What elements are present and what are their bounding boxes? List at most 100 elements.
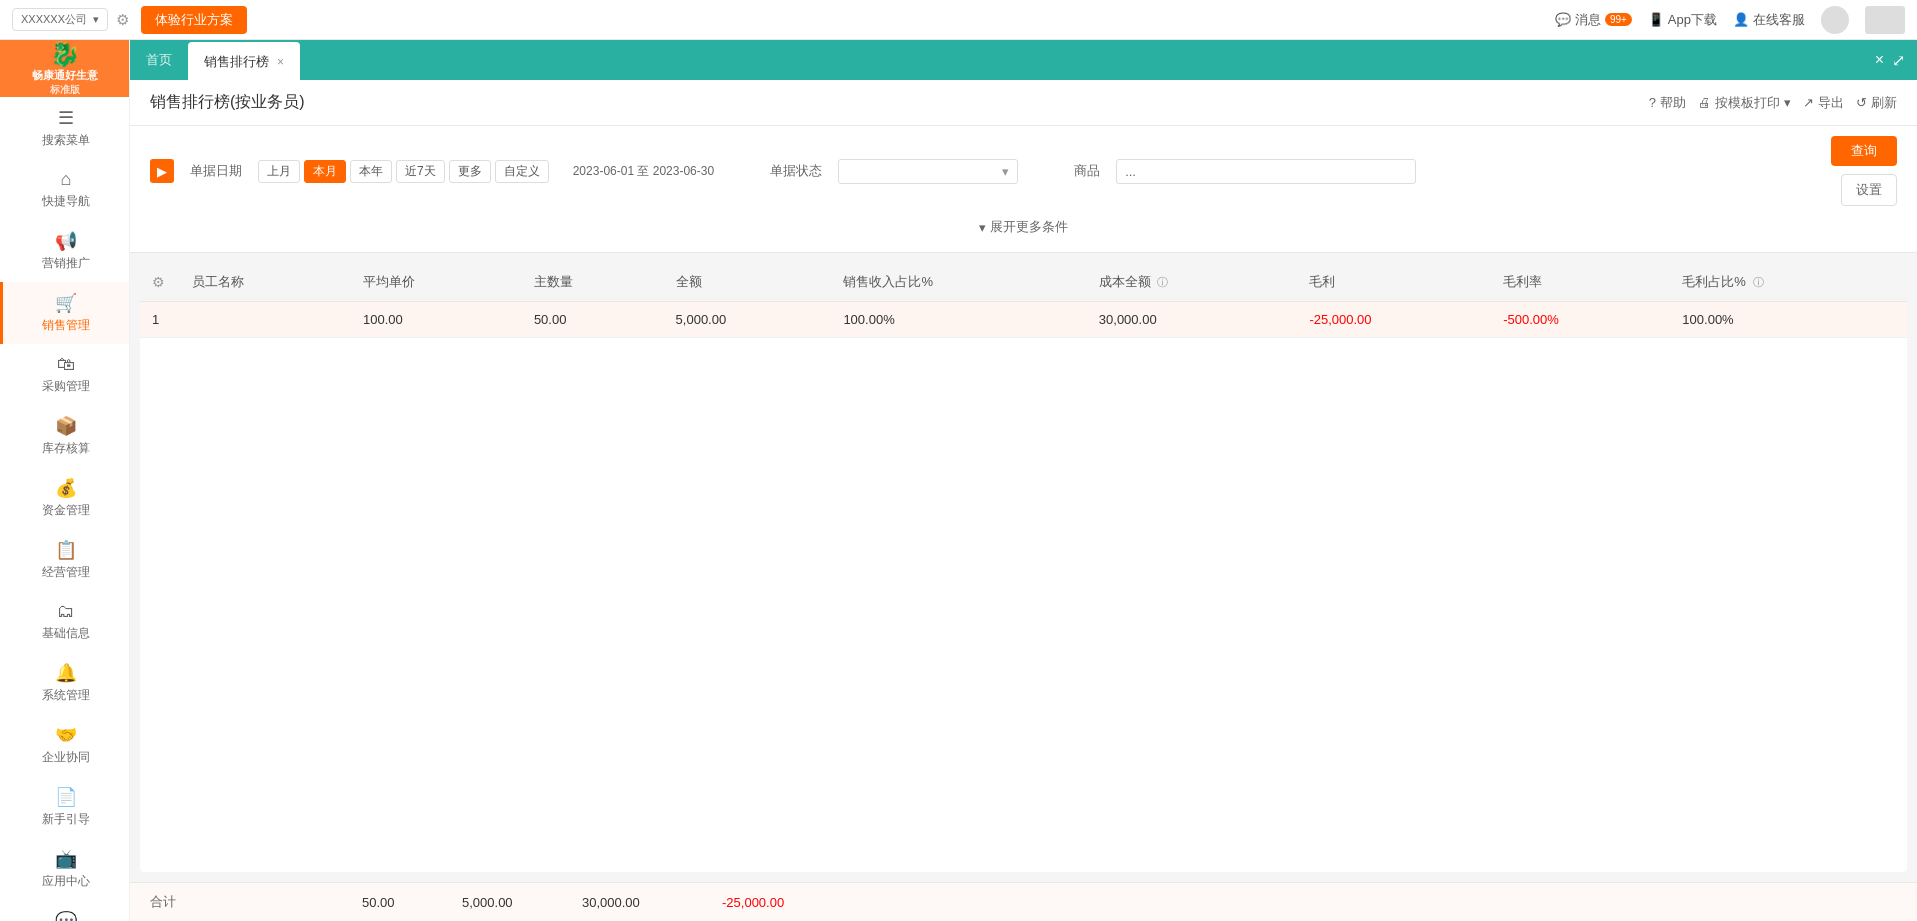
col-cost: 成本全额 ⓘ xyxy=(1087,263,1298,302)
message-button[interactable]: 💬 消息 99+ xyxy=(1555,11,1632,29)
sidebar-item-enterprise[interactable]: 🤝 企业协同 xyxy=(0,714,129,776)
date-btn-this-month[interactable]: 本月 xyxy=(304,160,346,183)
expand-more-btn[interactable]: ▾ 展开更多条件 xyxy=(979,218,1068,236)
expand-label: 展开更多条件 xyxy=(990,218,1068,236)
goods-label: 商品 xyxy=(1074,162,1100,180)
tab-close-icon[interactable]: × xyxy=(277,55,284,69)
basic-info-icon: 🗂 xyxy=(57,601,75,622)
filter-area: ▶ 单据日期 上月 本月 本年 近7天 更多 自定义 2023-06-01 至 … xyxy=(130,126,1917,253)
sidebar-item-label: 基础信息 xyxy=(42,625,90,642)
cell-name xyxy=(180,302,351,338)
sidebar-item-operation[interactable]: 📋 经营管理 xyxy=(0,529,129,591)
col-gross-pct: 毛利占比% ⓘ xyxy=(1670,263,1907,302)
date-btn-more[interactable]: 更多 xyxy=(449,160,491,183)
export-button[interactable]: ↗ 导出 xyxy=(1803,94,1844,112)
app-download-button[interactable]: 📱 App下载 xyxy=(1648,11,1717,29)
company-select[interactable]: XXXXXX公司 ▾ xyxy=(12,8,108,31)
online-service-button[interactable]: 👤 在线客服 xyxy=(1733,11,1805,29)
gear-icon[interactable]: ⚙ xyxy=(116,11,129,29)
refresh-button[interactable]: ↺ 刷新 xyxy=(1856,94,1897,112)
sidebar-item-label: 新手引导 xyxy=(42,811,90,828)
logo-area: 🐉 畅康通好生意 标准版 xyxy=(0,40,129,97)
refresh-icon: ↺ xyxy=(1856,95,1867,110)
sidebar-item-app-center[interactable]: 📺 应用中心 xyxy=(0,838,129,900)
logo-sub: 标准版 xyxy=(50,83,80,97)
date-label: 单据日期 xyxy=(190,162,242,180)
marketing-icon: 📢 xyxy=(55,230,77,252)
col-settings-icon[interactable]: ⚙ xyxy=(152,274,165,290)
footer-label: 合计 xyxy=(150,893,350,911)
print-label: 按模板打印 xyxy=(1715,94,1780,112)
operation-icon: 📋 xyxy=(55,539,77,561)
sidebar-item-label: 采购管理 xyxy=(42,378,90,395)
home-icon: ⌂ xyxy=(61,169,72,190)
enterprise-icon: 🤝 xyxy=(55,724,77,746)
top-right: 💬 消息 99+ 📱 App下载 👤 在线客服 xyxy=(1555,6,1905,34)
message-label: 消息 xyxy=(1575,11,1601,29)
filter-right-btns: 查询 设置 xyxy=(1831,136,1897,206)
sidebar-item-basic-info[interactable]: 🗂 基础信息 xyxy=(0,591,129,652)
table-footer: 合计 50.00 5,000.00 30,000.00 -25,000.00 xyxy=(130,882,1917,921)
cell-gross-rate: -500.00% xyxy=(1491,302,1670,338)
status-select[interactable]: ▾ xyxy=(838,159,1018,184)
avatar[interactable] xyxy=(1821,6,1849,34)
query-button[interactable]: 查询 xyxy=(1831,136,1897,166)
sidebar-item-label: 资金管理 xyxy=(42,502,90,519)
sidebar-item-label: 企业协同 xyxy=(42,749,90,766)
sidebar-item-purchase[interactable]: 🛍 采购管理 xyxy=(0,344,129,405)
footer-amount: 5,000.00 xyxy=(450,895,570,910)
set-button[interactable]: 设置 xyxy=(1841,174,1897,206)
expand-row: ▾ 展开更多条件 xyxy=(150,206,1897,242)
app-download-label: App下载 xyxy=(1668,11,1717,29)
purchase-icon: 🛍 xyxy=(57,354,75,375)
top-bar: XXXXXX公司 ▾ ⚙ 体验行业方案 💬 消息 99+ 📱 App下载 👤 在… xyxy=(0,0,1917,40)
app-center-icon: 📺 xyxy=(55,848,77,870)
sidebar-item-quick-nav[interactable]: ⌂ 快捷导航 xyxy=(0,159,129,220)
goods-input[interactable]: ... xyxy=(1116,159,1416,184)
date-btn-custom[interactable]: 自定义 xyxy=(495,160,549,183)
print-button[interactable]: 🖨 按模板打印 ▾ xyxy=(1698,94,1791,112)
trial-button[interactable]: 体验行业方案 xyxy=(141,6,247,34)
sidebar-item-system[interactable]: 🔔 系统管理 xyxy=(0,652,129,714)
cell-amount: 5,000.00 xyxy=(664,302,832,338)
help-button[interactable]: ? 帮助 xyxy=(1649,94,1686,112)
app-icon: 📱 xyxy=(1648,12,1664,27)
export-icon: ↗ xyxy=(1803,95,1814,110)
tab-close-all-icon[interactable]: × xyxy=(1875,51,1884,69)
col-gross: 毛利 xyxy=(1297,263,1491,302)
filter-collapse-btn[interactable]: ▶ xyxy=(150,159,174,183)
user-name-area[interactable] xyxy=(1865,6,1905,34)
date-btn-this-year[interactable]: 本年 xyxy=(350,160,392,183)
sidebar-item-sales[interactable]: 🛒 销售管理 xyxy=(0,282,129,344)
cell-rank: 1 xyxy=(140,302,180,338)
date-btn-last-month[interactable]: 上月 xyxy=(258,160,300,183)
col-quantity: 主数量 xyxy=(522,263,664,302)
sidebar-item-wechat[interactable]: 💬 企业微信 xyxy=(0,900,129,921)
finance-icon: 💰 xyxy=(55,477,77,499)
sidebar-item-label: 系统管理 xyxy=(42,687,90,704)
sidebar-item-inventory[interactable]: 📦 库存核算 xyxy=(0,405,129,467)
sidebar-item-label: 经营管理 xyxy=(42,564,90,581)
col-amount: 全额 xyxy=(664,263,832,302)
export-label: 导出 xyxy=(1818,94,1844,112)
tab-sales-ranking[interactable]: 销售排行榜 × xyxy=(188,42,300,82)
table-wrap: ⚙ 员工名称 平均单价 主数量 全额 销售收入占比% 成本全额 ⓘ 毛利 毛利率… xyxy=(140,263,1907,872)
date-btn-7days[interactable]: 近7天 xyxy=(396,160,445,183)
sidebar-item-finance[interactable]: 💰 资金管理 xyxy=(0,467,129,529)
guide-icon: 📄 xyxy=(55,786,77,808)
tab-home[interactable]: 首页 xyxy=(130,40,188,80)
sidebar-item-marketing[interactable]: 📢 营销推广 xyxy=(0,220,129,282)
tab-bar-right: × ⤢ xyxy=(1875,51,1917,70)
online-service-label: 在线客服 xyxy=(1753,11,1805,29)
sidebar-item-label: 库存核算 xyxy=(42,440,90,457)
sidebar-item-guide[interactable]: 📄 新手引导 xyxy=(0,776,129,838)
wechat-icon: 💬 xyxy=(55,910,77,921)
cell-quantity: 50.00 xyxy=(522,302,664,338)
tab-expand-icon[interactable]: ⤢ xyxy=(1892,51,1905,70)
date-btn-group: 上月 本月 本年 近7天 更多 自定义 xyxy=(258,160,549,183)
tab-bar: 首页 销售排行榜 × × ⤢ xyxy=(130,40,1917,80)
search-menu-icon: ☰ xyxy=(58,107,74,129)
help-icon: ? xyxy=(1649,95,1656,110)
sidebar-item-search-menu[interactable]: ☰ 搜索菜单 xyxy=(0,97,129,159)
service-icon: 👤 xyxy=(1733,12,1749,27)
